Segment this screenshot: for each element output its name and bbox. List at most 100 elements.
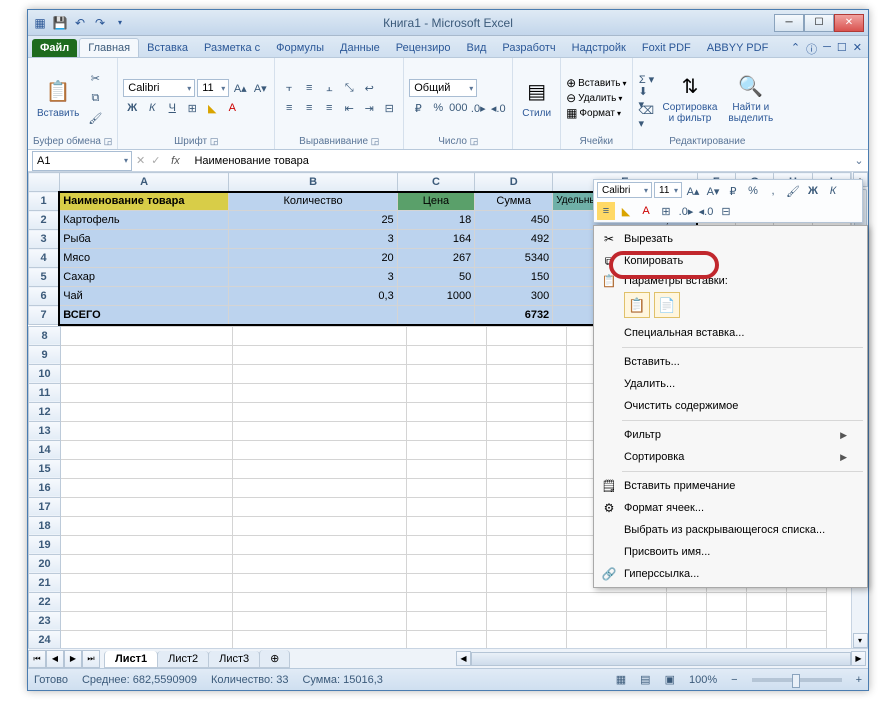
tab-view[interactable]: Вид xyxy=(459,39,495,57)
cell[interactable]: 3 xyxy=(229,230,397,249)
ctx-clear[interactable]: Очистить содержимое xyxy=(596,395,865,417)
clear-icon[interactable]: ⌫ ▾ xyxy=(638,108,656,126)
cell[interactable] xyxy=(233,535,407,554)
col-header[interactable]: C xyxy=(397,173,475,192)
mini-fill-color-icon[interactable]: ◣ xyxy=(617,202,635,220)
mini-merge-icon[interactable]: ⊟ xyxy=(717,202,735,220)
ctx-insert[interactable]: Вставить... xyxy=(596,351,865,373)
cell[interactable] xyxy=(233,630,407,648)
cell[interactable] xyxy=(61,383,233,402)
cell[interactable] xyxy=(787,592,827,611)
zoom-slider[interactable] xyxy=(752,678,842,682)
tab-layout[interactable]: Разметка с xyxy=(196,39,268,57)
cell[interactable]: 5340 xyxy=(475,249,553,268)
align-middle-icon[interactable]: ≡ xyxy=(300,79,318,97)
cell[interactable]: 492 xyxy=(475,230,553,249)
align-launcher[interactable]: ◲ xyxy=(371,136,380,146)
mini-format-painter-icon[interactable]: 🖌 xyxy=(784,182,802,200)
cell[interactable] xyxy=(407,440,487,459)
ctx-pick-list[interactable]: Выбрать из раскрывающегося списка... xyxy=(596,519,865,541)
cell[interactable] xyxy=(747,630,787,648)
cell[interactable] xyxy=(667,592,707,611)
clipboard-launcher[interactable]: ◲ xyxy=(104,136,113,146)
cell[interactable]: 450 xyxy=(475,211,553,230)
tab-data[interactable]: Данные xyxy=(332,39,388,57)
mini-dec-dec-icon[interactable]: ◂.0 xyxy=(697,202,715,220)
row-header[interactable]: 3 xyxy=(29,230,60,249)
cell[interactable]: 164 xyxy=(397,230,475,249)
italic-button[interactable]: К xyxy=(143,99,161,117)
fx-icon[interactable]: fx xyxy=(166,155,184,167)
cell[interactable] xyxy=(61,516,233,535)
view-layout-icon[interactable]: ▤ xyxy=(640,673,650,686)
cell[interactable] xyxy=(407,497,487,516)
cell[interactable]: 300 xyxy=(475,287,553,306)
cell[interactable] xyxy=(707,611,747,630)
cell[interactable] xyxy=(407,383,487,402)
cell[interactable] xyxy=(407,611,487,630)
tab-abbyy[interactable]: ABBYY PDF xyxy=(699,39,777,57)
mini-bold-button[interactable]: Ж xyxy=(804,182,822,200)
cell[interactable] xyxy=(407,592,487,611)
tab-home[interactable]: Главная xyxy=(79,38,139,57)
sheet-next-icon[interactable]: ▶ xyxy=(64,650,82,668)
align-bottom-icon[interactable]: ⫠ xyxy=(320,79,338,97)
mini-inc-dec-icon[interactable]: .0▸ xyxy=(677,202,695,220)
row-header[interactable]: 5 xyxy=(29,268,60,287)
cell[interactable] xyxy=(487,535,567,554)
cell[interactable] xyxy=(487,611,567,630)
row-header[interactable]: 4 xyxy=(29,249,60,268)
cell[interactable] xyxy=(233,554,407,573)
mini-currency-icon[interactable]: ₽ xyxy=(724,182,742,200)
ctx-comment[interactable]: 🗒Вставить примечание xyxy=(596,475,865,497)
name-box[interactable]: A1 xyxy=(32,151,132,171)
hscroll-thumb[interactable] xyxy=(471,652,851,666)
cell[interactable] xyxy=(707,630,747,648)
cell[interactable] xyxy=(397,306,475,325)
cell[interactable] xyxy=(567,611,667,630)
cells-insert-button[interactable]: ⊕Вставить ▾ xyxy=(566,76,626,90)
mini-align-center-icon[interactable]: ≡ xyxy=(597,202,615,220)
align-left-icon[interactable]: ≡ xyxy=(280,99,298,117)
cell[interactable] xyxy=(233,383,407,402)
ctx-cut[interactable]: ✂Вырезать xyxy=(596,228,865,250)
cell[interactable] xyxy=(61,326,233,345)
mini-size-combo[interactable]: 11 xyxy=(654,182,682,198)
cell[interactable]: 1000 xyxy=(397,287,475,306)
shrink-font-icon[interactable]: A▾ xyxy=(251,79,269,97)
tab-foxit[interactable]: Foxit PDF xyxy=(634,39,699,57)
row-header[interactable]: 6 xyxy=(29,287,60,306)
grow-font-icon[interactable]: A▴ xyxy=(231,79,249,97)
cell[interactable] xyxy=(233,326,407,345)
row-header[interactable]: 14 xyxy=(29,440,61,459)
redo-icon[interactable]: ↷ xyxy=(92,15,108,31)
cell[interactable] xyxy=(407,364,487,383)
cell[interactable]: 25 xyxy=(229,211,397,230)
row-header[interactable]: 10 xyxy=(29,364,61,383)
tab-file[interactable]: Файл xyxy=(32,39,77,57)
paste-button[interactable]: 📋 Вставить xyxy=(33,76,83,121)
tab-insert[interactable]: Вставка xyxy=(139,39,196,57)
indent-dec-icon[interactable]: ⇤ xyxy=(340,99,358,117)
underline-button[interactable]: Ч xyxy=(163,99,181,117)
row-header[interactable]: 19 xyxy=(29,535,61,554)
mini-comma-icon[interactable]: , xyxy=(764,182,782,200)
font-name-combo[interactable]: Calibri xyxy=(123,79,195,97)
view-normal-icon[interactable]: ▦ xyxy=(616,673,626,686)
cell[interactable]: Количество xyxy=(229,192,397,211)
cell[interactable]: Рыба xyxy=(59,230,229,249)
cell[interactable] xyxy=(667,630,707,648)
number-launcher[interactable]: ◲ xyxy=(470,136,479,146)
cell[interactable] xyxy=(61,630,233,648)
scroll-down-icon[interactable]: ▾ xyxy=(853,633,868,648)
cell[interactable] xyxy=(787,611,827,630)
cell[interactable] xyxy=(487,440,567,459)
sheet-tab[interactable]: Лист1 xyxy=(104,651,158,668)
cell[interactable] xyxy=(61,364,233,383)
select-all-corner[interactable] xyxy=(29,173,60,192)
border-icon[interactable]: ⊞ xyxy=(183,99,201,117)
cell[interactable]: 18 xyxy=(397,211,475,230)
styles-button[interactable]: ▤ Стили xyxy=(518,76,555,121)
cell[interactable] xyxy=(487,516,567,535)
sheet-first-icon[interactable]: ⏮ xyxy=(28,650,46,668)
